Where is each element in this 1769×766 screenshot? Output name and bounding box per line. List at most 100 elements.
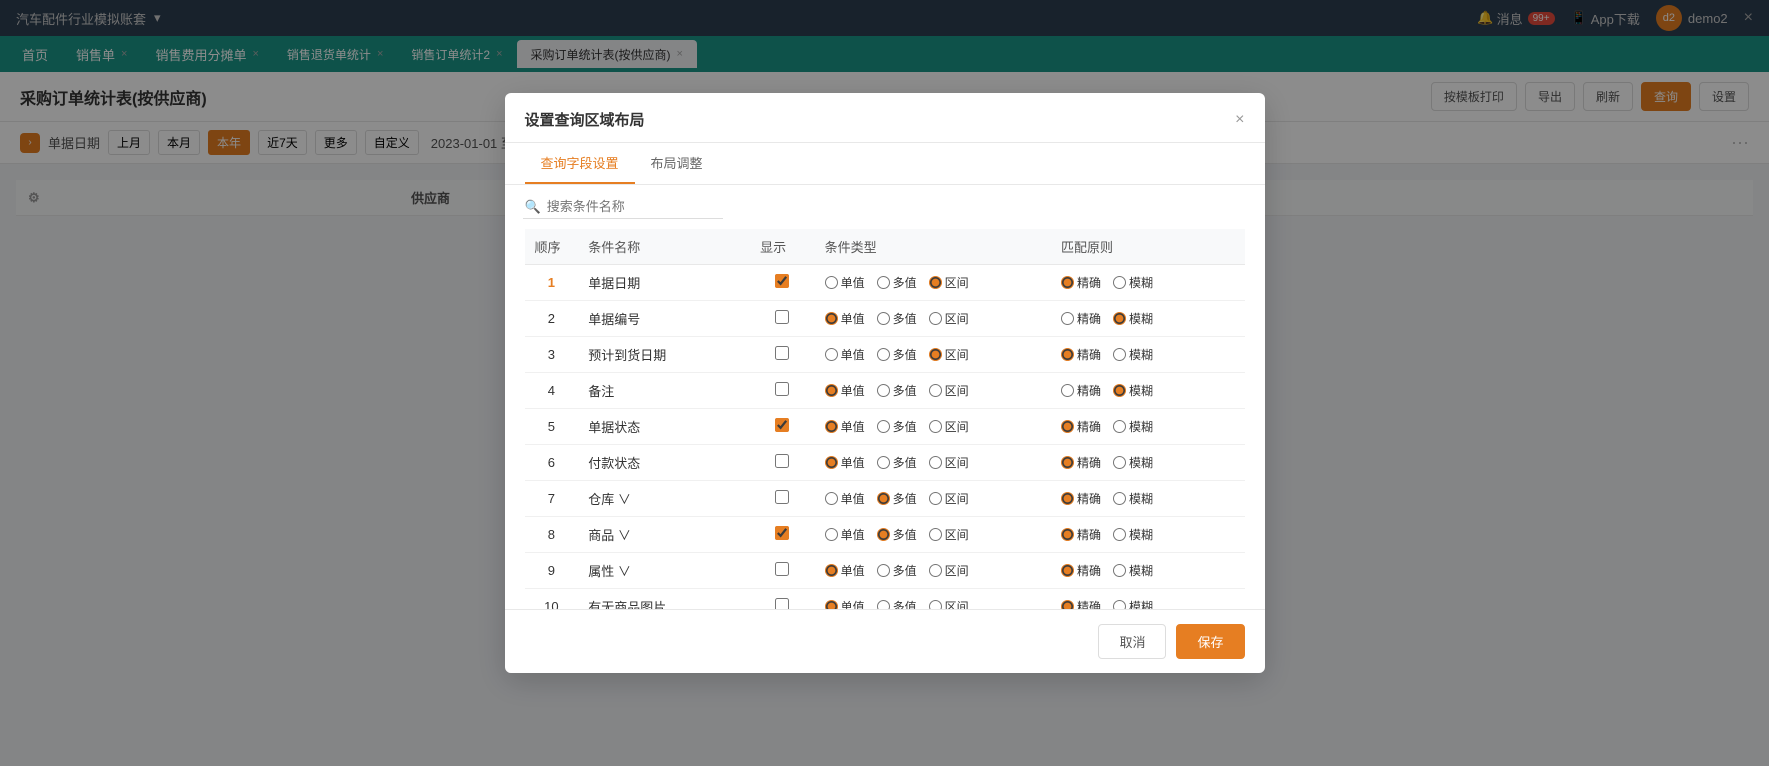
- match-radio-input-模糊[interactable]: [1113, 564, 1126, 577]
- type-radio-input-单值[interactable]: [825, 564, 838, 577]
- type-radio-input-单值[interactable]: [825, 420, 838, 433]
- match-radio-input-模糊[interactable]: [1113, 528, 1126, 541]
- cancel-button[interactable]: 取消: [1098, 624, 1166, 659]
- type-radio-input-单值[interactable]: [825, 312, 838, 325]
- match-radio-模糊[interactable]: 模糊: [1113, 310, 1153, 327]
- type-radio-input-单值[interactable]: [825, 456, 838, 469]
- type-radio-input-多值[interactable]: [877, 348, 890, 361]
- dialog-tab-layout[interactable]: 布局调整: [635, 143, 719, 184]
- match-radio-input-模糊[interactable]: [1113, 600, 1126, 609]
- match-radio-精确[interactable]: 精确: [1061, 310, 1101, 327]
- type-radio-单值[interactable]: 单值: [825, 418, 865, 435]
- match-radio-input-模糊[interactable]: [1113, 312, 1126, 325]
- match-radio-精确[interactable]: 精确: [1061, 562, 1101, 579]
- type-radio-input-多值[interactable]: [877, 600, 890, 609]
- show-checkbox-wrap[interactable]: [775, 276, 789, 291]
- show-checkbox[interactable]: [775, 526, 789, 540]
- type-radio-多值[interactable]: 多值: [877, 562, 917, 579]
- type-radio-区间[interactable]: 区间: [929, 562, 969, 579]
- type-radio-input-区间[interactable]: [929, 600, 942, 609]
- type-radio-input-区间[interactable]: [929, 528, 942, 541]
- type-radio-区间[interactable]: 区间: [929, 490, 969, 507]
- type-radio-区间[interactable]: 区间: [929, 346, 969, 363]
- type-radio-input-单值[interactable]: [825, 528, 838, 541]
- type-radio-input-多值[interactable]: [877, 276, 890, 289]
- match-radio-模糊[interactable]: 模糊: [1113, 382, 1153, 399]
- match-radio-input-模糊[interactable]: [1113, 276, 1126, 289]
- match-radio-精确[interactable]: 精确: [1061, 490, 1101, 507]
- type-radio-多值[interactable]: 多值: [877, 598, 917, 609]
- type-radio-input-单值[interactable]: [825, 600, 838, 609]
- type-radio-input-多值[interactable]: [877, 384, 890, 397]
- type-radio-单值[interactable]: 单值: [825, 310, 865, 327]
- match-radio-input-精确[interactable]: [1061, 528, 1074, 541]
- type-radio-input-区间[interactable]: [929, 564, 942, 577]
- type-radio-多值[interactable]: 多值: [877, 490, 917, 507]
- match-radio-input-模糊[interactable]: [1113, 348, 1126, 361]
- match-radio-input-精确[interactable]: [1061, 420, 1074, 433]
- match-radio-精确[interactable]: 精确: [1061, 454, 1101, 471]
- match-radio-模糊[interactable]: 模糊: [1113, 346, 1153, 363]
- match-radio-input-精确[interactable]: [1061, 564, 1074, 577]
- show-checkbox[interactable]: [775, 346, 789, 360]
- type-radio-单值[interactable]: 单值: [825, 526, 865, 543]
- match-radio-模糊[interactable]: 模糊: [1113, 526, 1153, 543]
- type-radio-input-单值[interactable]: [825, 276, 838, 289]
- type-radio-多值[interactable]: 多值: [877, 418, 917, 435]
- type-radio-单值[interactable]: 单值: [825, 598, 865, 609]
- type-radio-单值[interactable]: 单值: [825, 562, 865, 579]
- type-radio-input-单值[interactable]: [825, 492, 838, 505]
- type-radio-区间[interactable]: 区间: [929, 526, 969, 543]
- match-radio-模糊[interactable]: 模糊: [1113, 598, 1153, 609]
- show-checkbox-wrap[interactable]: [775, 528, 789, 543]
- type-radio-input-多值[interactable]: [877, 312, 890, 325]
- type-radio-input-区间[interactable]: [929, 276, 942, 289]
- type-radio-input-区间[interactable]: [929, 384, 942, 397]
- type-radio-单值[interactable]: 单值: [825, 454, 865, 471]
- show-checkbox[interactable]: [775, 418, 789, 432]
- match-radio-精确[interactable]: 精确: [1061, 274, 1101, 291]
- type-radio-input-区间[interactable]: [929, 456, 942, 469]
- type-radio-单值[interactable]: 单值: [825, 490, 865, 507]
- match-radio-模糊[interactable]: 模糊: [1113, 418, 1153, 435]
- type-radio-区间[interactable]: 区间: [929, 310, 969, 327]
- match-radio-模糊[interactable]: 模糊: [1113, 490, 1153, 507]
- type-radio-区间[interactable]: 区间: [929, 454, 969, 471]
- match-radio-模糊[interactable]: 模糊: [1113, 274, 1153, 291]
- dialog-tab-query-fields[interactable]: 查询字段设置: [525, 143, 635, 184]
- match-radio-精确[interactable]: 精确: [1061, 346, 1101, 363]
- type-radio-input-多值[interactable]: [877, 564, 890, 577]
- type-radio-单值[interactable]: 单值: [825, 382, 865, 399]
- type-radio-input-单值[interactable]: [825, 348, 838, 361]
- condition-search-input[interactable]: [523, 195, 723, 219]
- show-checkbox[interactable]: [775, 454, 789, 468]
- type-radio-多值[interactable]: 多值: [877, 310, 917, 327]
- type-radio-input-多值[interactable]: [877, 456, 890, 469]
- show-checkbox-wrap[interactable]: [775, 564, 789, 579]
- show-checkbox[interactable]: [775, 598, 789, 609]
- show-checkbox-wrap[interactable]: [775, 312, 789, 327]
- type-radio-多值[interactable]: 多值: [877, 454, 917, 471]
- type-radio-多值[interactable]: 多值: [877, 526, 917, 543]
- show-checkbox-wrap[interactable]: [775, 492, 789, 507]
- match-radio-input-精确[interactable]: [1061, 384, 1074, 397]
- match-radio-input-精确[interactable]: [1061, 348, 1074, 361]
- match-radio-input-精确[interactable]: [1061, 312, 1074, 325]
- show-checkbox-wrap[interactable]: [775, 348, 789, 363]
- match-radio-精确[interactable]: 精确: [1061, 598, 1101, 609]
- type-radio-input-区间[interactable]: [929, 312, 942, 325]
- type-radio-单值[interactable]: 单值: [825, 274, 865, 291]
- type-radio-input-区间[interactable]: [929, 348, 942, 361]
- type-radio-input-多值[interactable]: [877, 492, 890, 505]
- type-radio-区间[interactable]: 区间: [929, 274, 969, 291]
- match-radio-input-精确[interactable]: [1061, 492, 1074, 505]
- type-radio-多值[interactable]: 多值: [877, 274, 917, 291]
- show-checkbox-wrap[interactable]: [775, 420, 789, 435]
- match-radio-input-精确[interactable]: [1061, 456, 1074, 469]
- type-radio-多值[interactable]: 多值: [877, 346, 917, 363]
- match-radio-input-模糊[interactable]: [1113, 420, 1126, 433]
- match-radio-input-模糊[interactable]: [1113, 384, 1126, 397]
- type-radio-input-区间[interactable]: [929, 492, 942, 505]
- show-checkbox[interactable]: [775, 562, 789, 576]
- type-radio-单值[interactable]: 单值: [825, 346, 865, 363]
